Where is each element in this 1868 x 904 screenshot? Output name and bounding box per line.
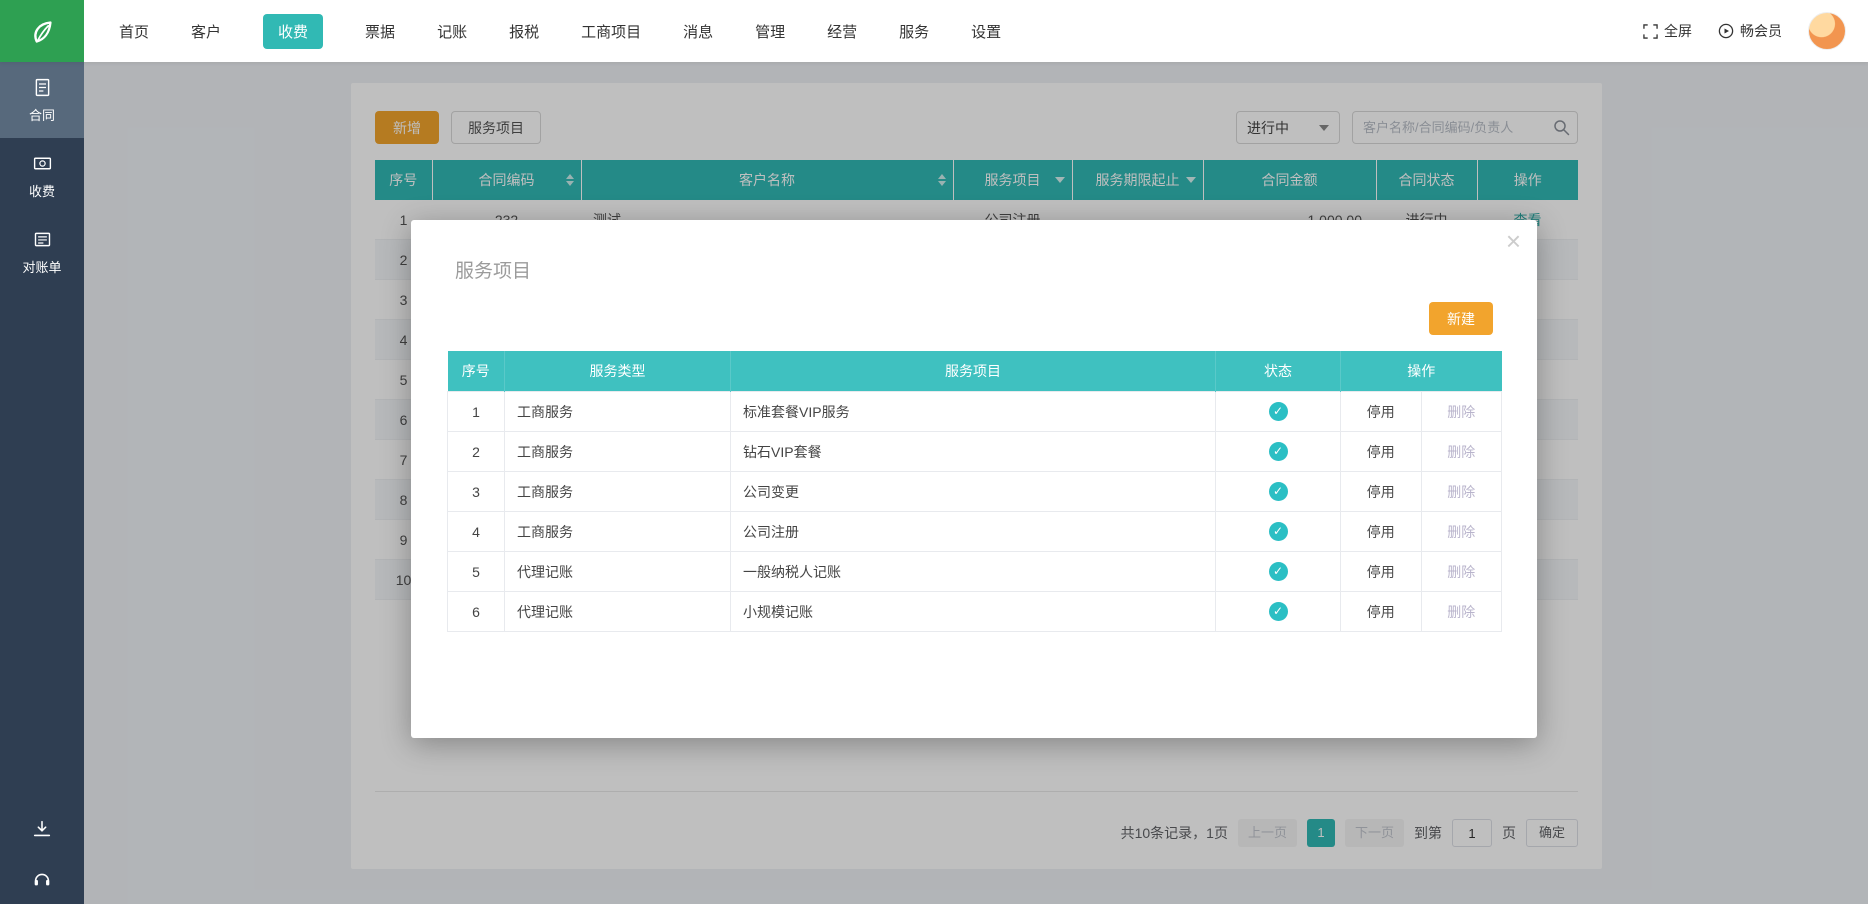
service-row: 1 工商服务 标准套餐VIP服务 ✓ 停用 删除 xyxy=(447,391,1502,432)
fullscreen-icon xyxy=(1643,23,1658,39)
disable-link[interactable]: 停用 xyxy=(1342,593,1421,631)
nav-item-messages[interactable]: 消息 xyxy=(662,0,734,62)
statement-icon xyxy=(34,232,50,246)
fee-icon xyxy=(33,157,51,169)
sidebar-item-contracts[interactable]: 合同 xyxy=(0,62,84,138)
disable-link[interactable]: 停用 xyxy=(1342,513,1421,551)
sidebar-support-area xyxy=(0,868,84,890)
service-row: 5 代理记账 一般纳税人记账 ✓ 停用 删除 xyxy=(447,551,1502,592)
modal-title: 服务项目 xyxy=(455,261,532,282)
delete-link[interactable]: 删除 xyxy=(1422,513,1501,551)
member-button[interactable]: 畅会员 xyxy=(1718,21,1782,41)
service-row: 3 工商服务 公司变更 ✓ 停用 删除 xyxy=(447,471,1502,512)
disable-link[interactable]: 停用 xyxy=(1342,433,1421,471)
enabled-check-icon[interactable]: ✓ xyxy=(1268,602,1288,621)
download-icon[interactable] xyxy=(31,818,53,840)
sidebar-item-fees[interactable]: 收费 xyxy=(0,138,84,214)
enabled-check-icon[interactable]: ✓ xyxy=(1268,482,1288,501)
nav-item-home[interactable]: 首页 xyxy=(98,0,170,62)
nav-item-services[interactable]: 服务 xyxy=(878,0,950,62)
service-header-row: 序号 服务类型 服务项目 状态 操作 xyxy=(447,351,1502,392)
sidebar-download-area xyxy=(0,818,84,840)
nav-item-invoices[interactable]: 票据 xyxy=(344,0,416,62)
disable-link[interactable]: 停用 xyxy=(1342,473,1421,511)
nav-item-tax[interactable]: 报税 xyxy=(488,0,560,62)
service-items-table: 序号 服务类型 服务项目 状态 操作 1 工商服务 标准套餐VIP服务 ✓ 停用… xyxy=(447,351,1502,632)
enabled-check-icon[interactable]: ✓ xyxy=(1268,562,1288,581)
delete-link[interactable]: 删除 xyxy=(1422,553,1501,591)
nav-item-fees[interactable]: 收费 xyxy=(242,0,344,62)
headset-icon[interactable] xyxy=(31,868,53,890)
disable-link[interactable]: 停用 xyxy=(1342,393,1421,431)
delete-link[interactable]: 删除 xyxy=(1422,393,1501,431)
enabled-check-icon[interactable]: ✓ xyxy=(1268,522,1288,541)
leaf-logo-icon xyxy=(34,21,52,43)
contract-icon xyxy=(35,78,49,96)
nav-item-management[interactable]: 管理 xyxy=(734,0,806,62)
nav-item-operations[interactable]: 经营 xyxy=(806,0,878,62)
enabled-check-icon[interactable]: ✓ xyxy=(1268,402,1288,421)
sidebar-item-statements[interactable]: 对账单 xyxy=(0,214,84,290)
disable-link[interactable]: 停用 xyxy=(1342,553,1421,591)
left-sidebar: 合同 收费 对账单 xyxy=(0,62,84,904)
user-avatar[interactable] xyxy=(1808,12,1846,50)
enabled-check-icon[interactable]: ✓ xyxy=(1268,442,1288,461)
service-row: 2 工商服务 钻石VIP套餐 ✓ 停用 删除 xyxy=(447,431,1502,472)
close-icon[interactable]: × xyxy=(1506,228,1521,254)
nav-item-customers[interactable]: 客户 xyxy=(170,0,242,62)
service-row: 6 代理记账 小规模记账 ✓ 停用 删除 xyxy=(447,591,1502,632)
nav-item-business-projects[interactable]: 工商项目 xyxy=(560,0,662,62)
service-items-modal: × 服务项目 新建 序号 服务类型 服务项目 状态 操作 1 工商服务 标准套餐… xyxy=(411,220,1537,738)
top-navigation-bar: 首页 客户 收费 票据 记账 报税 工商项目 消息 管理 经营 服务 设置 全屏… xyxy=(0,0,1868,62)
delete-link[interactable]: 删除 xyxy=(1422,433,1501,471)
app-logo[interactable] xyxy=(0,0,84,62)
nav-item-bookkeeping[interactable]: 记账 xyxy=(416,0,488,62)
delete-link[interactable]: 删除 xyxy=(1422,473,1501,511)
member-play-icon xyxy=(1718,23,1734,39)
main-nav: 首页 客户 收费 票据 记账 报税 工商项目 消息 管理 经营 服务 设置 xyxy=(98,0,1022,62)
nav-item-settings[interactable]: 设置 xyxy=(950,0,1022,62)
topbar-right-tools: 全屏 畅会员 xyxy=(1643,12,1846,50)
new-service-button[interactable]: 新建 xyxy=(1429,302,1493,335)
delete-link[interactable]: 删除 xyxy=(1422,593,1501,631)
fullscreen-button[interactable]: 全屏 xyxy=(1643,21,1692,41)
service-row: 4 工商服务 公司注册 ✓ 停用 删除 xyxy=(447,511,1502,552)
